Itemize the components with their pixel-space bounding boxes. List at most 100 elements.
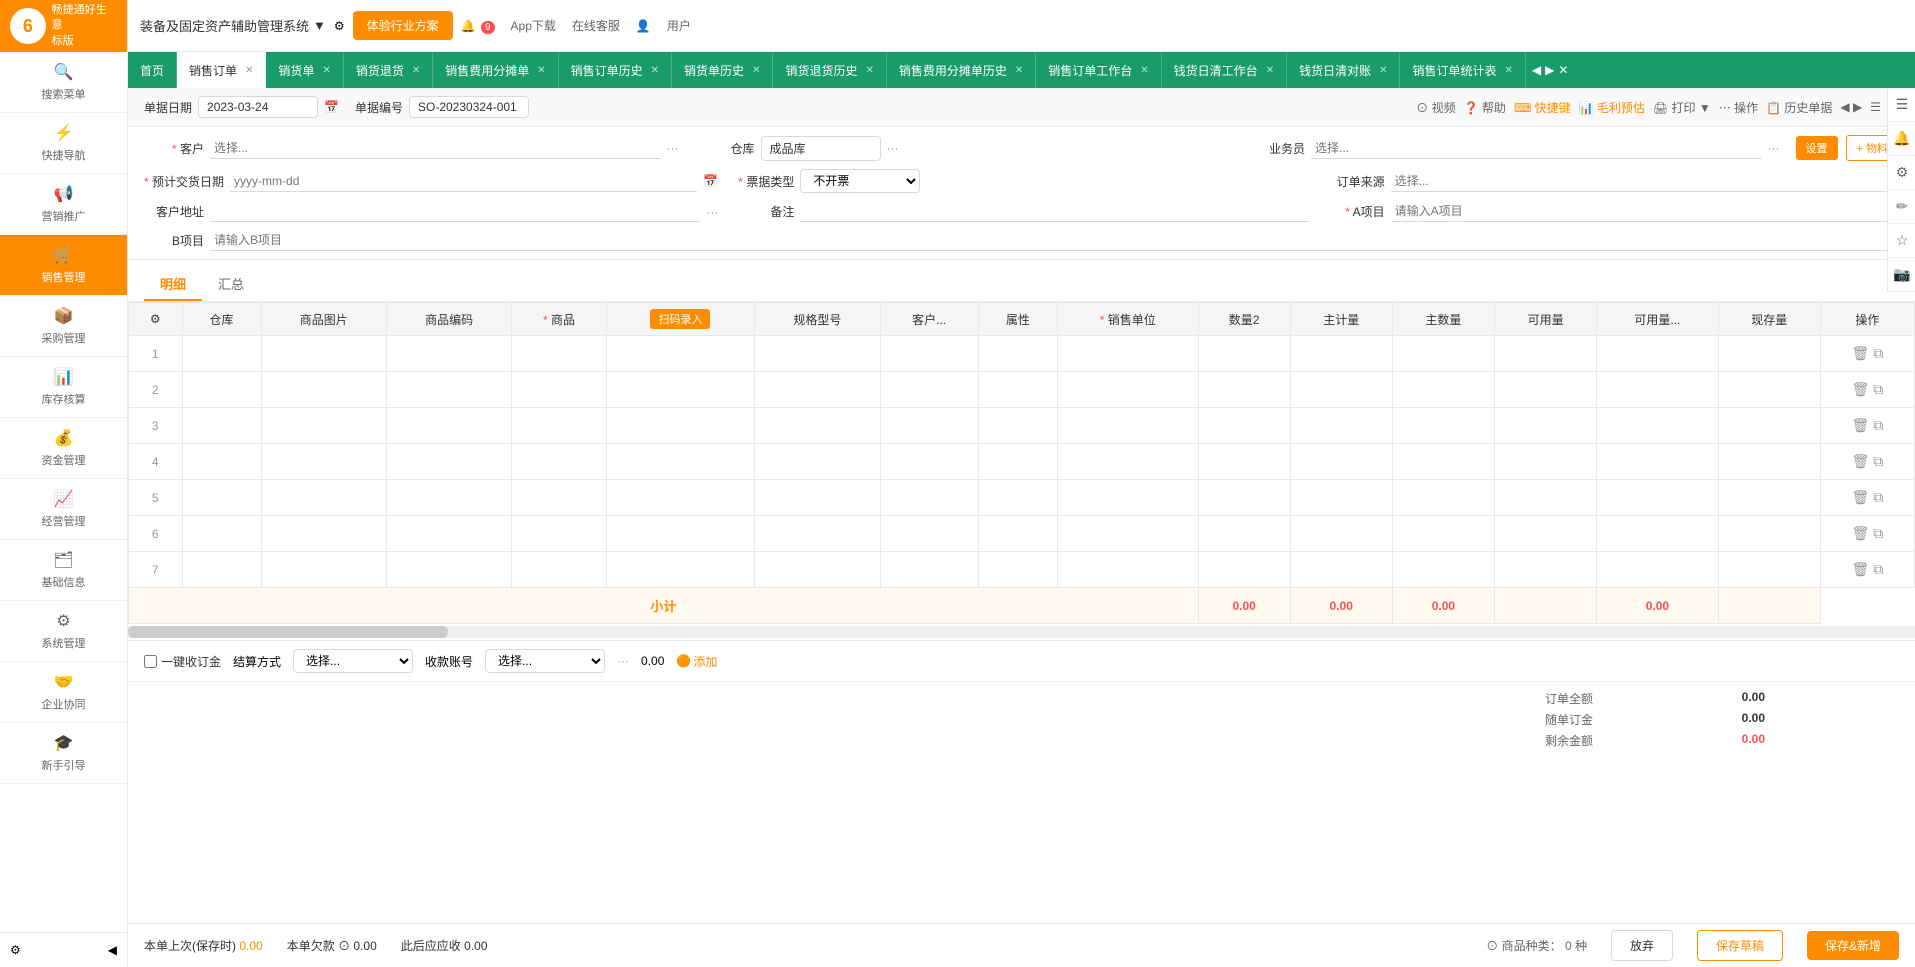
online-service-link[interactable]: 在线客服 <box>572 17 620 34</box>
cell-2-4[interactable] <box>512 408 607 444</box>
cell-6-13[interactable] <box>1494 552 1596 588</box>
cell-3-4[interactable] <box>512 444 607 480</box>
b-project-input[interactable] <box>210 230 1899 251</box>
sidebar-item-3[interactable]: 🛒销售管理 <box>0 235 127 296</box>
cell-3-10[interactable] <box>1198 444 1290 480</box>
cell-1-8[interactable] <box>978 372 1057 408</box>
nav-tab-7[interactable]: 销货退货历史✕ <box>773 52 886 88</box>
cell-4-11[interactable] <box>1290 480 1392 516</box>
remark-input[interactable] <box>800 201 1308 222</box>
cell-1-3[interactable] <box>386 372 511 408</box>
settings-icon[interactable]: ⚙ <box>334 19 345 33</box>
copy-icon-6[interactable]: ⧉ <box>1873 561 1883 578</box>
cell-2-3[interactable] <box>386 408 511 444</box>
delete-icon-2[interactable]: 🗑 <box>1852 417 1870 434</box>
account-dots[interactable]: ··· <box>617 654 629 668</box>
nav-right-arrow[interactable]: ▶ <box>1545 63 1554 77</box>
cell-3-15[interactable] <box>1718 444 1820 480</box>
cell-5-12[interactable] <box>1392 516 1494 552</box>
copy-icon-2[interactable]: ⧉ <box>1873 417 1883 434</box>
cell-0-11[interactable] <box>1290 336 1392 372</box>
nav-tab-close-1[interactable]: ✕ <box>245 65 253 76</box>
sidebar-item-4[interactable]: 📦采购管理 <box>0 296 127 357</box>
nav-tab-close-6[interactable]: ✕ <box>752 65 760 76</box>
sidebar-item-11[interactable]: 🎓新手引导 <box>0 723 127 784</box>
cell-0-9[interactable] <box>1057 336 1198 372</box>
copy-icon-0[interactable]: ⧉ <box>1873 345 1883 362</box>
cell-1-13[interactable] <box>1494 372 1596 408</box>
scan-btn[interactable]: 扫码录入 <box>650 309 710 329</box>
cell-6-1[interactable] <box>182 552 261 588</box>
nav-tab-close-3[interactable]: ✕ <box>412 65 420 76</box>
system-title[interactable]: 装备及固定资产辅助管理系统 ▼ <box>140 16 326 35</box>
sidebar-settings-icon[interactable]: ⚙ <box>10 943 21 957</box>
customer-input[interactable] <box>210 138 661 159</box>
salesperson-dots[interactable]: ··· <box>1768 141 1780 155</box>
cell-3-6[interactable] <box>755 444 880 480</box>
cell-2-8[interactable] <box>978 408 1057 444</box>
nav-tab-close-11[interactable]: ✕ <box>1379 65 1387 76</box>
num-input[interactable]: SO-20230324-001 <box>409 96 529 118</box>
right-panel-icon-5[interactable]: ☆ <box>1888 224 1915 258</box>
cell-1-2[interactable] <box>261 372 386 408</box>
cell-3-7[interactable] <box>880 444 978 480</box>
cell-2-13[interactable] <box>1494 408 1596 444</box>
nav-tab-5[interactable]: 销售订单历史✕ <box>559 52 672 88</box>
cell-6-10[interactable] <box>1198 552 1290 588</box>
nav-tab-0[interactable]: 首页 <box>128 52 177 88</box>
cell-5-7[interactable] <box>880 516 978 552</box>
cell-0-13[interactable] <box>1494 336 1596 372</box>
cell-4-2[interactable] <box>261 480 386 516</box>
cell-5-11[interactable] <box>1290 516 1392 552</box>
horizontal-scrollbar[interactable] <box>128 626 1915 638</box>
cell-3-14[interactable] <box>1597 444 1718 480</box>
calendar-icon[interactable]: 📅 <box>324 100 339 114</box>
right-panel-icon-3[interactable]: ⚙ <box>1888 156 1915 190</box>
cell-0-14[interactable] <box>1597 336 1718 372</box>
cell-0-1[interactable] <box>182 336 261 372</box>
cell-1-1[interactable] <box>182 372 261 408</box>
delete-icon-4[interactable]: 🗑 <box>1852 489 1870 506</box>
warehouse-dots[interactable]: ··· <box>887 141 899 155</box>
cell-0-10[interactable] <box>1198 336 1290 372</box>
cell-0-8[interactable] <box>978 336 1057 372</box>
addr-dots[interactable]: ··· <box>706 205 718 219</box>
delete-icon-5[interactable]: 🗑 <box>1852 525 1870 542</box>
salesperson-input[interactable] <box>1311 138 1762 159</box>
save-new-btn[interactable]: 保存&新增 <box>1807 931 1899 960</box>
cell-5-10[interactable] <box>1198 516 1290 552</box>
add-btn[interactable]: 🟠 添加 <box>676 653 717 670</box>
cell-5-9[interactable] <box>1057 516 1198 552</box>
cell-2-10[interactable] <box>1198 408 1290 444</box>
cell-5-2[interactable] <box>261 516 386 552</box>
cell-0-4[interactable] <box>512 336 607 372</box>
cell-5-15[interactable] <box>1718 516 1820 552</box>
cell-5-1[interactable] <box>182 516 261 552</box>
cell-3-9[interactable] <box>1057 444 1198 480</box>
cell-4-14[interactable] <box>1597 480 1718 516</box>
cell-4-7[interactable] <box>880 480 978 516</box>
save-draft-btn[interactable]: 保存草稿 <box>1697 930 1783 961</box>
cell-1-11[interactable] <box>1290 372 1392 408</box>
cell-1-14[interactable] <box>1597 372 1718 408</box>
cell-3-3[interactable] <box>386 444 511 480</box>
nav-tab-close-12[interactable]: ✕ <box>1505 65 1513 76</box>
cell-4-15[interactable] <box>1718 480 1820 516</box>
cell-1-4[interactable] <box>512 372 607 408</box>
one-key-checkbox-input[interactable] <box>144 655 157 668</box>
cell-1-15[interactable] <box>1718 372 1820 408</box>
list-view-icon[interactable]: ☰ <box>1870 100 1881 114</box>
addr-input[interactable] <box>210 201 700 222</box>
sidebar-item-5[interactable]: 📊库存核算 <box>0 357 127 418</box>
cell-3-5[interactable] <box>606 444 754 480</box>
sidebar-item-1[interactable]: ⚡快捷导航 <box>0 113 127 174</box>
nav-tab-1[interactable]: 销售订单✕ <box>177 52 266 88</box>
one-key-checkbox[interactable]: 一键收订金 <box>144 653 221 670</box>
date-input[interactable]: 2023-03-24 <box>198 96 318 118</box>
sidebar-item-8[interactable]: 🗂基础信息 <box>0 540 127 601</box>
nav-tab-3[interactable]: 销货退货✕ <box>344 52 433 88</box>
delivery-input[interactable] <box>230 171 697 192</box>
cell-1-10[interactable] <box>1198 372 1290 408</box>
nav-tab-11[interactable]: 钱货日清对账✕ <box>1287 52 1400 88</box>
cell-4-9[interactable] <box>1057 480 1198 516</box>
